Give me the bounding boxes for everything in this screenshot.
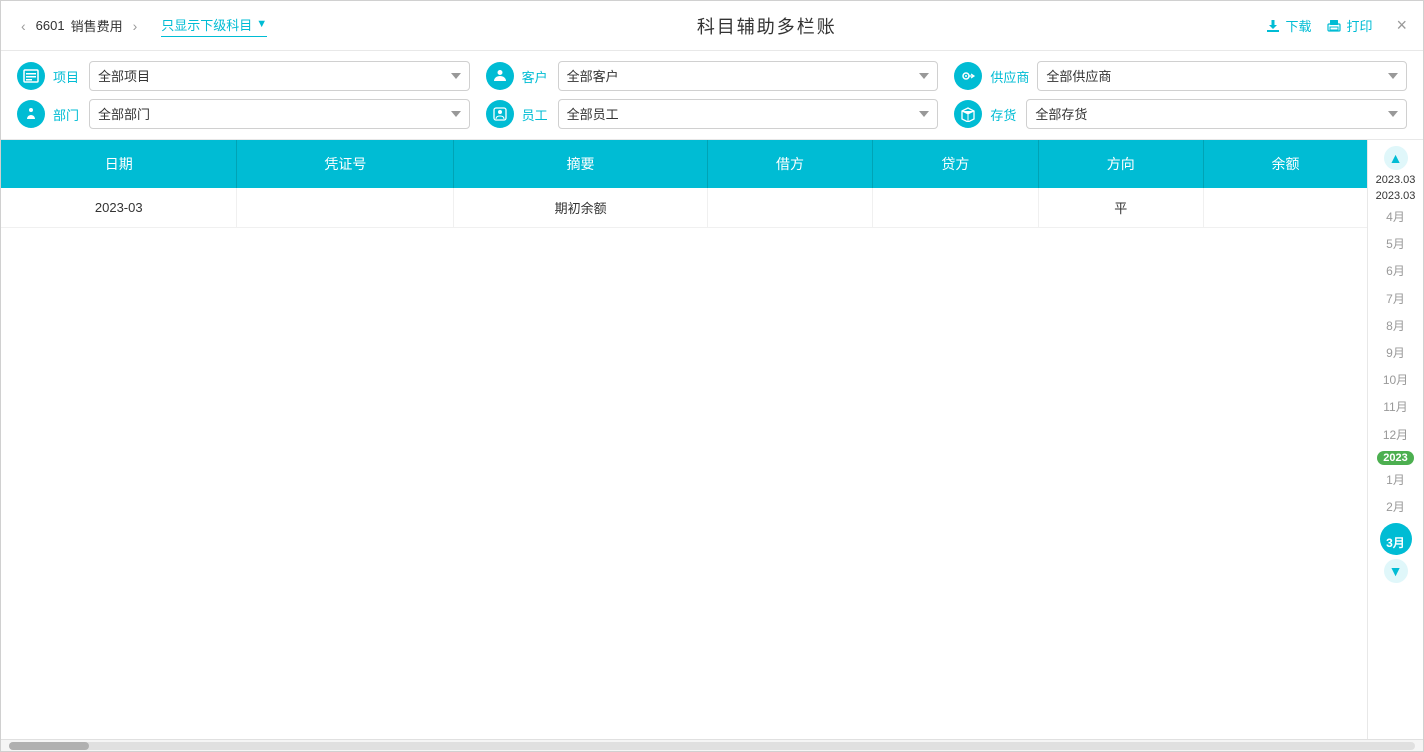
timeline-month-6[interactable]: 6月 [1368, 258, 1423, 285]
timeline-month-7[interactable]: 7月 [1368, 286, 1423, 313]
cell-date: 2023-03 [1, 188, 237, 228]
download-label: 下载 [1285, 16, 1311, 35]
print-label: 打印 [1346, 16, 1372, 35]
filter-project: 项目 全部项目 [17, 61, 470, 91]
project-label: 项目 [53, 67, 81, 86]
table-area[interactable]: 日期 凭证号 摘要 借方 贷方 方向 余额 2023-03 期初余额 [1, 140, 1367, 739]
employee-icon-circle [486, 100, 514, 128]
show-sub-filter[interactable]: 只显示下级科目 ▼ [161, 15, 267, 37]
col-debit: 借方 [707, 140, 872, 188]
account-code-display: 6601 销售费用 [36, 16, 123, 35]
cell-debit [707, 188, 872, 228]
download-icon [1266, 19, 1280, 33]
top-bar: ‹ 6601 销售费用 › 只显示下级科目 ▼ 科目辅助多栏账 下载 [1, 1, 1423, 51]
dept-icon [23, 106, 39, 122]
supplier-select[interactable]: 全部供应商 [1037, 61, 1407, 91]
filter-inventory: 存货 全部存货 [954, 99, 1407, 129]
filter-employee: 员工 全部员工 [486, 99, 939, 129]
timeline-header-2: 2023.03 [1376, 188, 1416, 204]
employee-select[interactable]: 全部员工 [558, 99, 939, 129]
timeline-panel: ▲ 2023.03 2023.03 4月 5月 6月 7月 8月 9月 10月 … [1367, 140, 1423, 739]
table-row[interactable]: 2023-03 期初余额 平 [1, 188, 1367, 228]
supplier-icon [960, 68, 976, 84]
timeline-header-1: 2023.03 [1376, 172, 1416, 188]
next-account-btn[interactable]: › [129, 16, 142, 36]
page-title: 科目辅助多栏账 [267, 13, 1266, 39]
customer-icon-circle [486, 62, 514, 90]
table-header-row: 日期 凭证号 摘要 借方 贷方 方向 余额 [1, 140, 1367, 188]
cell-voucher [237, 188, 454, 228]
timeline-month-11[interactable]: 11月 [1368, 394, 1423, 421]
filter-customer: 客户 全部客户 [486, 61, 939, 91]
scrollbar-thumb [9, 742, 89, 750]
timeline-up-btn[interactable]: ▲ [1384, 146, 1408, 170]
timeline-month-5[interactable]: 5月 [1368, 231, 1423, 258]
cell-direction: 平 [1038, 188, 1203, 228]
timeline-month-4[interactable]: 4月 [1368, 204, 1423, 231]
inventory-label: 存货 [990, 105, 1018, 124]
inventory-select[interactable]: 全部存货 [1026, 99, 1407, 129]
inventory-icon [960, 106, 976, 122]
scrollbar-track [9, 742, 1415, 750]
project-icon-circle [17, 62, 45, 90]
year-badge: 2023 [1377, 451, 1413, 465]
timeline-down-btn[interactable]: ▼ [1384, 559, 1408, 583]
col-balance: 余额 [1203, 140, 1367, 188]
cell-credit [873, 188, 1038, 228]
account-code-text: 6601 [36, 18, 65, 33]
timeline-month-12[interactable]: 12月 [1368, 422, 1423, 449]
timeline-active-month[interactable]: 3月 [1380, 523, 1412, 555]
toolbar-right: 下载 打印 × [1266, 15, 1407, 36]
col-voucher: 凭证号 [237, 140, 454, 188]
filter-bar: 项目 全部项目 客户 全部客户 [1, 51, 1423, 140]
cell-balance [1203, 188, 1367, 228]
filter-dept: 部门 全部部门 [17, 99, 470, 129]
col-summary: 摘要 [454, 140, 708, 188]
chevron-down-icon: ▼ [256, 18, 267, 30]
supplier-label: 供应商 [990, 67, 1029, 86]
timeline-month-10[interactable]: 10月 [1368, 367, 1423, 394]
close-button[interactable]: × [1396, 15, 1407, 36]
cell-summary: 期初余额 [454, 188, 708, 228]
project-icon [23, 68, 39, 84]
timeline-month-2[interactable]: 2月 [1368, 494, 1423, 521]
dept-label: 部门 [53, 105, 81, 124]
inventory-icon-circle [954, 100, 982, 128]
col-credit: 贷方 [873, 140, 1038, 188]
timeline-month-8[interactable]: 8月 [1368, 313, 1423, 340]
print-button[interactable]: 打印 [1327, 16, 1372, 35]
col-date: 日期 [1, 140, 237, 188]
supplier-icon-circle [954, 62, 982, 90]
print-icon [1327, 19, 1341, 33]
customer-icon [492, 68, 508, 84]
timeline-month-1[interactable]: 1月 [1368, 467, 1423, 494]
horizontal-scrollbar[interactable] [1, 739, 1423, 751]
timeline-month-9[interactable]: 9月 [1368, 340, 1423, 367]
employee-label: 员工 [522, 105, 550, 124]
ledger-table: 日期 凭证号 摘要 借方 贷方 方向 余额 2023-03 期初余额 [1, 140, 1367, 228]
col-direction: 方向 [1038, 140, 1203, 188]
project-select[interactable]: 全部项目 [89, 61, 470, 91]
dept-icon-circle [17, 100, 45, 128]
main-window: ‹ 6601 销售费用 › 只显示下级科目 ▼ 科目辅助多栏账 下载 [0, 0, 1424, 752]
customer-select[interactable]: 全部客户 [558, 61, 939, 91]
filter-supplier: 供应商 全部供应商 [954, 61, 1407, 91]
account-name-text: 销售费用 [71, 16, 123, 35]
employee-icon [492, 106, 508, 122]
download-button[interactable]: 下载 [1266, 16, 1311, 35]
prev-account-btn[interactable]: ‹ [17, 16, 30, 36]
customer-label: 客户 [522, 67, 550, 86]
show-sub-label: 只显示下级科目 [161, 15, 252, 34]
dept-select[interactable]: 全部部门 [89, 99, 470, 129]
main-content: 日期 凭证号 摘要 借方 贷方 方向 余额 2023-03 期初余额 [1, 140, 1423, 739]
